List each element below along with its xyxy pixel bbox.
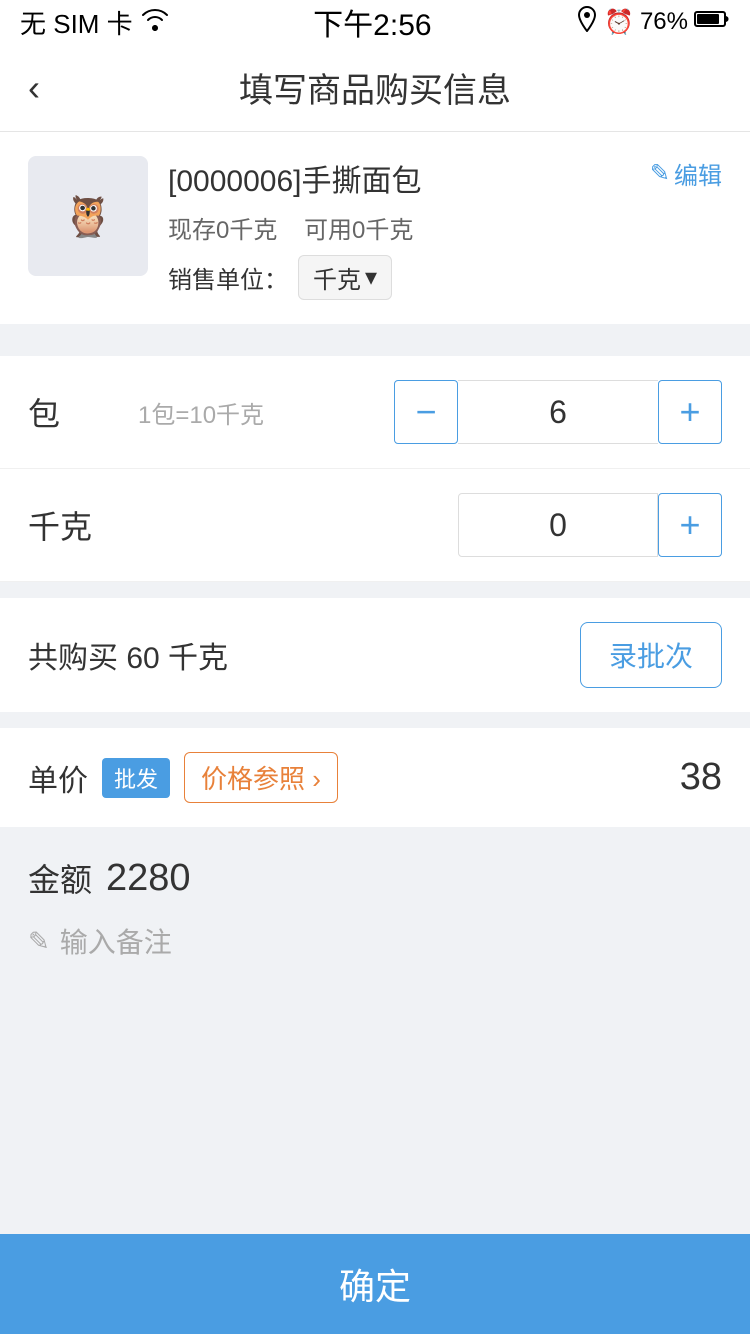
alarm-icon: ⏰	[604, 8, 634, 37]
package-label: 包	[28, 389, 128, 435]
wifi-icon	[141, 7, 169, 38]
weight-increment-button[interactable]: +	[658, 493, 722, 557]
product-header: [0000006]手撕面包 ✎ 编辑	[168, 156, 722, 210]
product-name: [0000006]手撕面包	[168, 156, 421, 200]
price-section: 单价 批发 价格参照 › 38	[0, 728, 750, 827]
price-value: 38	[680, 756, 722, 799]
edit-icon: ✎	[650, 159, 670, 188]
note-placeholder[interactable]: 输入备注	[60, 921, 172, 961]
product-stock: 现存0千克 可用0千克	[168, 210, 722, 245]
confirm-label: 确定	[339, 1258, 411, 1310]
summary-row: 共购买 60 千克 录批次	[0, 598, 750, 712]
status-right: ⏰ 76%	[576, 6, 730, 39]
amount-section: 金额 2280 ✎ 输入备注	[0, 827, 750, 981]
dropdown-icon: ▾	[365, 263, 377, 292]
weight-label: 千克	[28, 502, 128, 548]
price-reference-button[interactable]: 价格参照 ›	[184, 752, 338, 803]
package-input-row: 包 1包=10千克 − +	[0, 356, 750, 469]
note-pencil-icon: ✎	[28, 926, 50, 957]
status-bar: 无 SIM 卡 下午2:56 ⏰ 76%	[0, 0, 750, 44]
battery-icon	[694, 8, 730, 36]
status-left: 无 SIM 卡	[20, 4, 169, 41]
status-time: 下午2:56	[313, 0, 431, 44]
unit-badge[interactable]: 千克 ▾	[298, 255, 392, 300]
weight-input-row: 千克 +	[0, 469, 750, 582]
package-sublabel: 1包=10千克	[138, 395, 394, 430]
summary-text: 共购买 60 千克	[28, 633, 228, 677]
price-label: 单价	[28, 756, 88, 800]
product-image: 🦉	[28, 156, 148, 276]
divider-2	[0, 712, 750, 728]
nav-bar: ‹ 填写商品购买信息	[0, 44, 750, 132]
product-info: [0000006]手撕面包 ✎ 编辑 现存0千克 可用0千克 销售单位： 千克 …	[168, 156, 722, 300]
sim-label: 无 SIM 卡	[20, 4, 133, 41]
price-row: 单价 批发 价格参照 › 38	[28, 752, 722, 803]
edit-button[interactable]: ✎ 编辑	[650, 156, 722, 191]
note-row[interactable]: ✎ 输入备注	[28, 921, 722, 961]
weight-quantity-input[interactable]	[459, 494, 657, 556]
package-increment-button[interactable]: +	[658, 380, 722, 444]
page-title: 填写商品购买信息	[239, 63, 511, 112]
record-batch-button[interactable]: 录批次	[580, 622, 722, 688]
back-button[interactable]: ‹	[28, 67, 40, 109]
package-quantity-control: − +	[394, 380, 722, 444]
package-decrement-button[interactable]: −	[394, 380, 458, 444]
package-section: 包 1包=10千克 − + 千克 +	[0, 356, 750, 582]
product-card: 🦉 [0000006]手撕面包 ✎ 编辑 现存0千克 可用0千克 销售单位： 千…	[0, 132, 750, 324]
amount-row: 金额 2280	[28, 855, 722, 901]
product-logo-icon: 🦉	[63, 193, 113, 240]
package-quantity-input[interactable]	[458, 380, 658, 444]
battery-percent: 76%	[640, 8, 688, 36]
product-unit: 销售单位： 千克 ▾	[168, 255, 722, 300]
confirm-button[interactable]: 确定	[0, 1234, 750, 1334]
weight-quantity-control: +	[458, 493, 722, 557]
divider-1	[0, 340, 750, 356]
amount-value: 2280	[106, 857, 191, 900]
location-icon	[576, 6, 598, 39]
amount-label: 金额	[28, 855, 92, 901]
price-tag: 批发	[102, 758, 170, 798]
